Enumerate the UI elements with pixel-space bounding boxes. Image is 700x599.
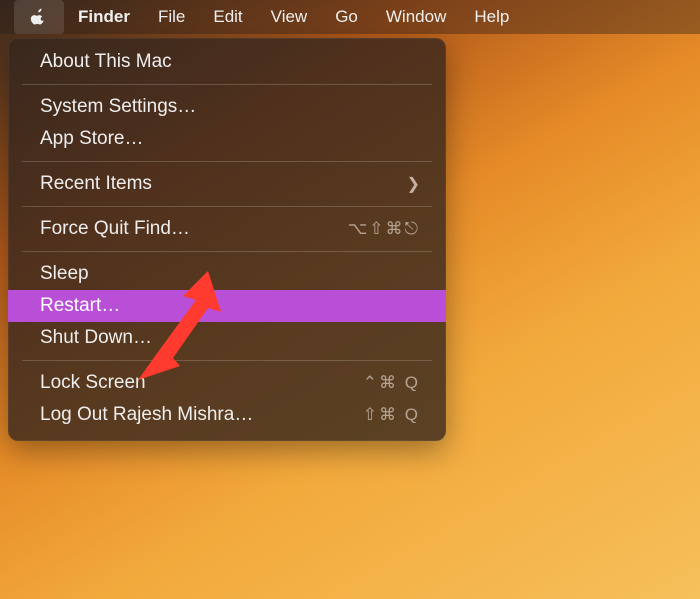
menu-view-label: View (271, 7, 308, 27)
about-label: About This Mac (40, 51, 172, 73)
shutdown-label: Shut Down… (40, 327, 152, 349)
menu-separator (22, 251, 432, 252)
menu-edit[interactable]: Edit (199, 0, 256, 34)
logout-label: Log Out Rajesh Mishra… (40, 404, 253, 426)
menu-bar: Finder File Edit View Go Window Help (0, 0, 700, 34)
menu-file[interactable]: File (144, 0, 199, 34)
restart-label: Restart… (40, 295, 120, 317)
restart-menu-item[interactable]: Restart… (8, 290, 446, 322)
force-quit-menu-item[interactable]: Force Quit Find… ⌥⇧⌘⎋ (8, 213, 446, 245)
app-store-menu-item[interactable]: App Store… (8, 123, 446, 155)
apple-menu-button[interactable] (14, 0, 64, 34)
shut-down-menu-item[interactable]: Shut Down… (8, 322, 446, 354)
menu-help-label: Help (474, 7, 509, 27)
menu-edit-label: Edit (213, 7, 242, 27)
about-this-mac-menu-item[interactable]: About This Mac (8, 46, 446, 78)
menu-go[interactable]: Go (321, 0, 372, 34)
force-quit-shortcut: ⌥⇧⌘⎋ (348, 219, 420, 239)
menu-help[interactable]: Help (460, 0, 523, 34)
system-settings-menu-item[interactable]: System Settings… (8, 91, 446, 123)
active-app-name[interactable]: Finder (64, 0, 144, 34)
menu-window[interactable]: Window (372, 0, 460, 34)
apple-logo-icon (30, 8, 48, 26)
system-settings-label: System Settings… (40, 96, 196, 118)
menu-go-label: Go (335, 7, 358, 27)
menu-separator (22, 161, 432, 162)
menu-view[interactable]: View (257, 0, 322, 34)
lock-screen-menu-item[interactable]: Lock Screen ⌃⌘ Q (8, 367, 446, 399)
log-out-menu-item[interactable]: Log Out Rajesh Mishra… ⇧⌘ Q (8, 399, 446, 431)
logout-shortcut: ⇧⌘ Q (363, 405, 420, 425)
menu-separator (22, 84, 432, 85)
menu-separator (22, 360, 432, 361)
chevron-right-icon: ❯ (407, 174, 420, 194)
apple-menu-dropdown: About This Mac System Settings… App Stor… (8, 38, 446, 441)
app-store-label: App Store… (40, 128, 144, 150)
recent-items-label: Recent Items (40, 173, 152, 195)
force-quit-label: Force Quit Find… (40, 218, 190, 240)
active-app-label: Finder (78, 7, 130, 27)
menu-separator (22, 206, 432, 207)
sleep-label: Sleep (40, 263, 89, 285)
recent-items-menu-item[interactable]: Recent Items ❯ (8, 168, 446, 200)
menu-window-label: Window (386, 7, 446, 27)
menu-file-label: File (158, 7, 185, 27)
lock-screen-shortcut: ⌃⌘ Q (363, 373, 420, 393)
lock-screen-label: Lock Screen (40, 372, 146, 394)
sleep-menu-item[interactable]: Sleep (8, 258, 446, 290)
